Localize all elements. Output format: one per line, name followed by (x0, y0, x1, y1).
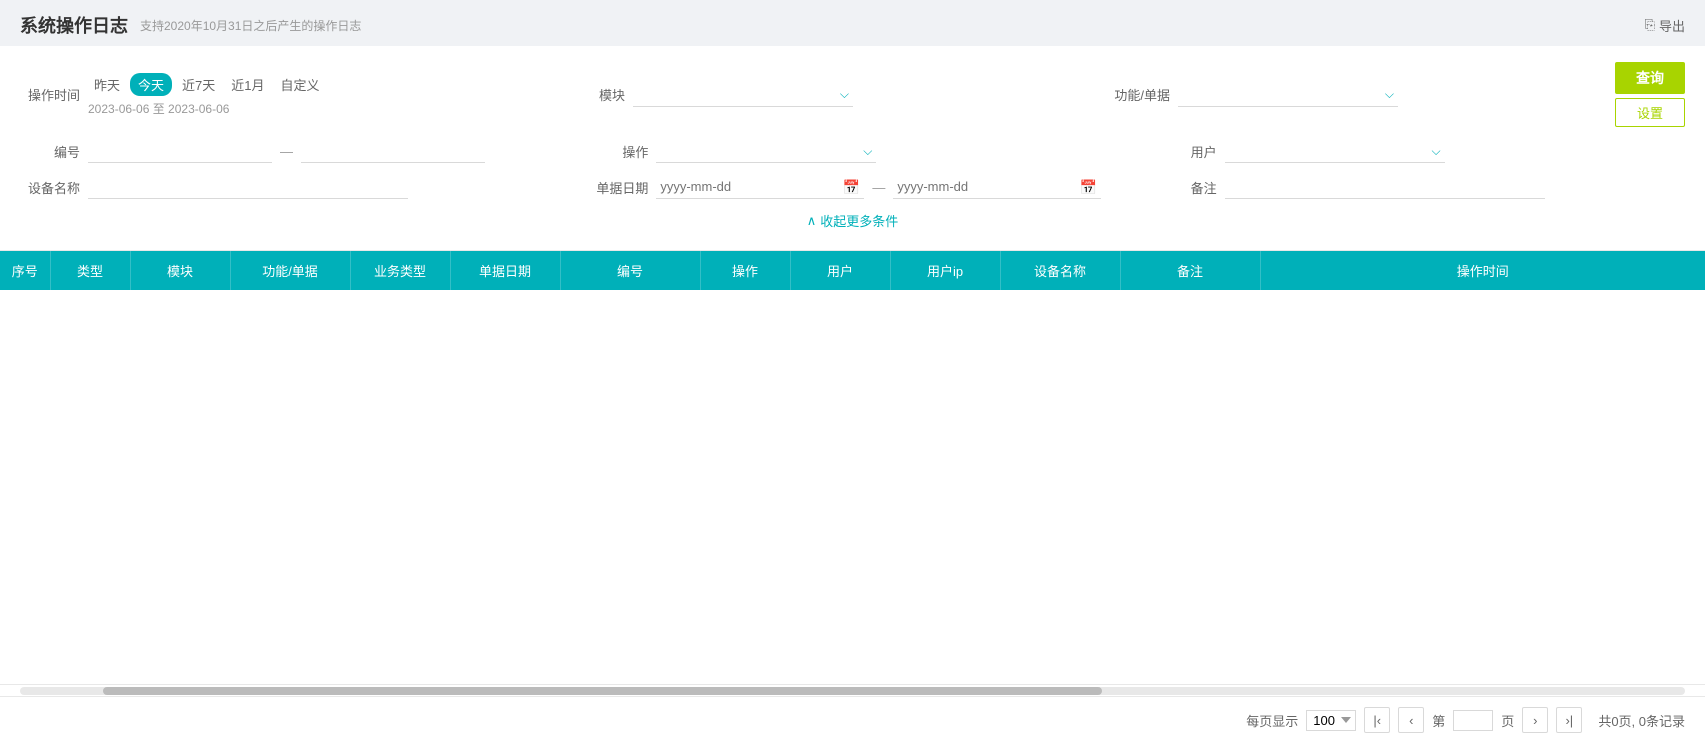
time-btn-month[interactable]: 近1月 (225, 73, 270, 96)
time-filter-group: 操作时间 昨天 今天 近7天 近1月 自定义 2023-06-06 至 2023… (20, 73, 525, 117)
filter-area: 操作时间 昨天 今天 近7天 近1月 自定义 2023-06-06 至 2023… (0, 46, 1705, 251)
docdate-label: 单据日期 (588, 178, 656, 197)
settings-button[interactable]: 设置 (1615, 98, 1685, 127)
device-label: 设备名称 (20, 178, 88, 197)
module-select-wrapper: ⌵ (633, 83, 853, 107)
col-header-num: 编号 (560, 251, 700, 290)
data-table: 序号 类型 模块 功能/单据 业务类型 单据日期 编号 操作 用户 用户ip 设… (0, 251, 1705, 290)
query-button[interactable]: 查询 (1615, 62, 1685, 94)
module-label: 模块 (565, 85, 633, 104)
page-size-label: 每页显示 (1246, 711, 1298, 730)
pagination-bar: 每页显示 100 20 50 200 |‹ ‹ 第 1 页 › ›| 共0页, … (0, 696, 1705, 743)
calendar-to-icon[interactable]: 📅 (1080, 179, 1097, 196)
filter-row-2: 编号 — 操作 ⌵ 用户 (20, 139, 1685, 163)
page-text-suf: 页 (1501, 711, 1514, 730)
scrollbar-thumb[interactable] (103, 687, 1102, 695)
page-last-button[interactable]: ›| (1556, 707, 1582, 733)
num-label: 编号 (20, 142, 88, 161)
page-header: 系统操作日志 支持2020年10月31日之后产生的操作日志 ⎘ 导出 (0, 0, 1705, 38)
num-filter-group: 编号 — (20, 139, 548, 163)
page-title: 系统操作日志 (20, 12, 128, 38)
num-input-from[interactable] (88, 139, 272, 163)
time-label: 操作时间 (20, 85, 88, 104)
remark-input[interactable] (1225, 175, 1545, 199)
operation-select-wrapper: ⌵ (656, 139, 876, 163)
date-dash: — (872, 180, 885, 195)
table-header-row: 序号 类型 模块 功能/单据 业务类型 单据日期 编号 操作 用户 用户ip 设… (0, 251, 1705, 290)
collapse-icon: ∧ (807, 213, 817, 229)
export-icon: ⎘ (1645, 17, 1655, 33)
operation-label: 操作 (588, 142, 656, 161)
remark-filter-group: 备注 (1157, 175, 1685, 199)
col-header-ip: 用户ip (890, 251, 1000, 290)
collapse-button[interactable]: ∧ 收起更多条件 (807, 211, 899, 230)
user-label: 用户 (1157, 142, 1225, 161)
col-header-date: 单据日期 (450, 251, 560, 290)
date-to-input[interactable] (893, 175, 1101, 199)
col-header-func: 功能/单据 (230, 251, 350, 290)
operation-select[interactable] (656, 139, 876, 163)
col-header-note: 备注 (1120, 251, 1260, 290)
module-select[interactable] (633, 83, 853, 107)
collapse-label: 收起更多条件 (820, 211, 898, 230)
col-header-user: 用户 (790, 251, 890, 290)
time-btn-custom[interactable]: 自定义 (275, 73, 326, 96)
page-input[interactable]: 1 (1453, 710, 1493, 731)
page-next-button[interactable]: › (1522, 707, 1548, 733)
time-range: 2023-06-06 至 2023-06-06 (88, 100, 326, 117)
time-filter: 昨天 今天 近7天 近1月 自定义 2023-06-06 至 2023-06-0… (88, 73, 326, 117)
col-header-device: 设备名称 (1000, 251, 1120, 290)
page-subtitle: 支持2020年10月31日之后产生的操作日志 (140, 17, 361, 34)
num-input-to[interactable] (301, 139, 485, 163)
export-button[interactable]: ⎘ 导出 (1645, 16, 1685, 35)
module-filter-group: 模块 ⌵ (565, 83, 1070, 107)
user-filter-group: 用户 ⌵ (1157, 139, 1685, 163)
page-text-pre: 第 (1432, 711, 1445, 730)
scrollbar-area[interactable] (0, 684, 1705, 696)
func-select-wrapper: ⌵ (1178, 83, 1398, 107)
time-btn-week[interactable]: 近7天 (176, 73, 221, 96)
filter-row-3: 设备名称 单据日期 📅 — 📅 备注 (20, 175, 1685, 199)
device-input[interactable] (88, 175, 408, 199)
remark-label: 备注 (1157, 178, 1225, 197)
col-header-type: 类型 (50, 251, 130, 290)
page-prev-button[interactable]: ‹ (1398, 707, 1424, 733)
action-buttons: 查询 设置 (1615, 62, 1685, 127)
page-first-button[interactable]: |‹ (1364, 707, 1390, 733)
time-buttons: 昨天 今天 近7天 近1月 自定义 (88, 73, 326, 96)
operation-filter-group: 操作 ⌵ (588, 139, 1116, 163)
page-container: 系统操作日志 支持2020年10月31日之后产生的操作日志 ⎘ 导出 操作时间 … (0, 0, 1705, 743)
col-header-op: 操作 (700, 251, 790, 290)
export-label: 导出 (1659, 16, 1685, 35)
num-dash: — (280, 144, 293, 159)
device-filter-group: 设备名称 (20, 175, 548, 199)
time-btn-yesterday[interactable]: 昨天 (88, 73, 126, 96)
func-filter-group: 功能/单据 ⌵ (1110, 83, 1615, 107)
func-label: 功能/单据 (1110, 85, 1178, 104)
table-area: 序号 类型 模块 功能/单据 业务类型 单据日期 编号 操作 用户 用户ip 设… (0, 251, 1705, 684)
user-select-wrapper: ⌵ (1225, 139, 1445, 163)
collapse-row: ∧ 收起更多条件 (20, 203, 1685, 234)
user-select[interactable] (1225, 139, 1445, 163)
scrollbar-track (20, 687, 1685, 695)
date-from-wrapper: 📅 (656, 175, 864, 199)
col-header-seq: 序号 (0, 251, 50, 290)
date-from-input[interactable] (656, 175, 864, 199)
col-header-biz: 业务类型 (350, 251, 450, 290)
docdate-filter-group: 单据日期 📅 — 📅 (588, 175, 1116, 199)
calendar-from-icon[interactable]: 📅 (843, 179, 860, 196)
page-size-select[interactable]: 100 20 50 200 (1306, 710, 1356, 731)
total-text: 共0页, 0条记录 (1598, 711, 1685, 730)
filter-row-1: 操作时间 昨天 今天 近7天 近1月 自定义 2023-06-06 至 2023… (20, 62, 1685, 127)
date-to-wrapper: 📅 (893, 175, 1101, 199)
time-btn-today[interactable]: 今天 (130, 73, 172, 96)
func-select[interactable] (1178, 83, 1398, 107)
col-header-time: 操作时间 (1260, 251, 1705, 290)
col-header-module: 模块 (130, 251, 230, 290)
